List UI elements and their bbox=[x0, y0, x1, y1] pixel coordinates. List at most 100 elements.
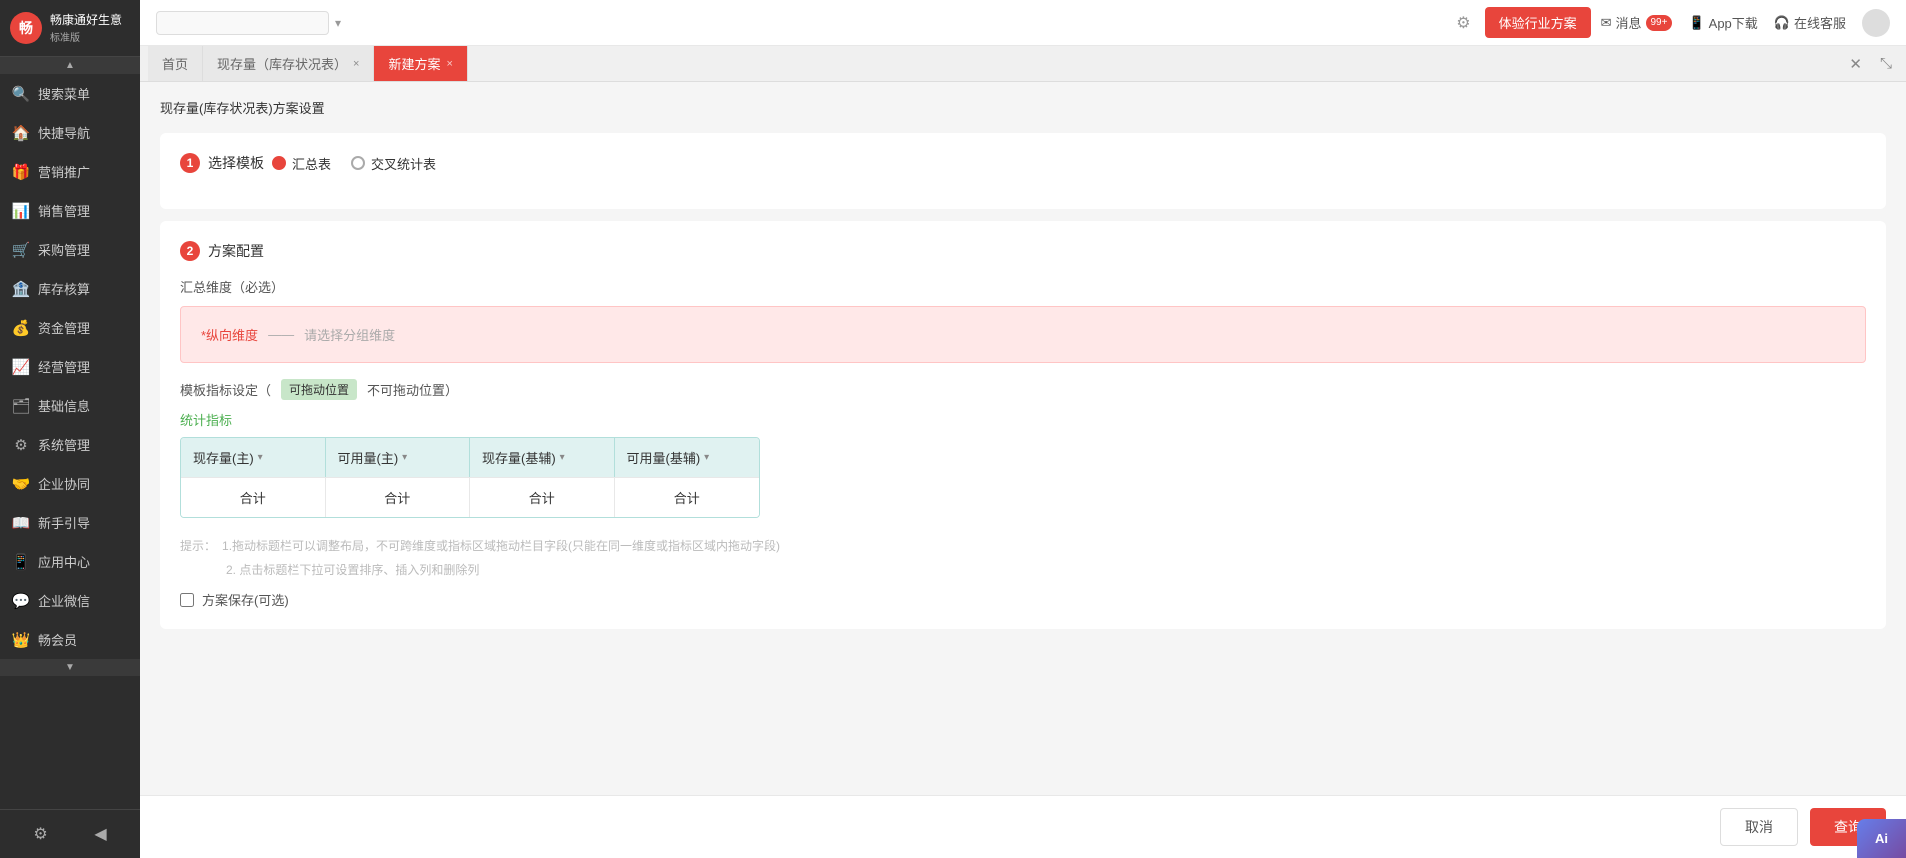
page-content: 现存量(库存状况表)方案设置 1 选择模板 汇总表 交叉统计表 bbox=[140, 82, 1906, 795]
operations-icon: 📈 bbox=[12, 358, 30, 376]
sidebar-item-label: 采购管理 bbox=[38, 240, 90, 259]
radio-summary-table[interactable]: 汇总表 bbox=[272, 154, 331, 173]
customer-service-button[interactable]: 🎧 在线客服 bbox=[1774, 13, 1846, 32]
col3-label: 现存量(基辅) bbox=[482, 448, 556, 467]
gear-icon: ⚙ bbox=[12, 436, 30, 454]
search-icon: 🔍 bbox=[12, 85, 30, 103]
sidebar-scroll-up[interactable]: ▲ bbox=[0, 57, 140, 74]
app-version: 标准版 bbox=[50, 29, 122, 44]
message-icon: ✉ bbox=[1601, 15, 1612, 31]
phone-icon: 📱 bbox=[1688, 15, 1704, 31]
radio-cross-label: 交叉统计表 bbox=[371, 154, 436, 173]
guide-icon: 📖 bbox=[12, 514, 30, 532]
stat-header-col3[interactable]: 现存量(基辅) ▾ bbox=[470, 438, 615, 477]
vertical-dim-label: *纵向维度 bbox=[201, 325, 258, 344]
sidebar-item-member[interactable]: 👑 畅会员 bbox=[0, 620, 140, 659]
tab-new-plan-close[interactable]: × bbox=[446, 58, 452, 70]
chevron-down-icon[interactable]: ▾ bbox=[335, 16, 341, 30]
stat-header-col4[interactable]: 可用量(基辅) ▾ bbox=[615, 438, 760, 477]
tab-home[interactable]: 首页 bbox=[148, 46, 203, 81]
topbar-gear-icon[interactable]: ⚙ bbox=[1452, 9, 1474, 37]
step2-section: 2 方案配置 汇总维度（必选） *纵向维度 —— 请选择分组维度 模板指标设定（… bbox=[160, 221, 1886, 629]
hint-row-2: 2. 点击标题栏下拉可设置排序、插入列和删除列 bbox=[180, 558, 1866, 582]
tab-inventory[interactable]: 现存量（库存状况表） × bbox=[203, 46, 374, 81]
app-download-button[interactable]: 📱 App下载 bbox=[1688, 13, 1757, 32]
footer: 取消 查询 bbox=[140, 795, 1906, 858]
stat-body-col3: 合计 bbox=[470, 477, 615, 517]
hints-section: 提示： 1.拖动标题栏可以调整布局，不可跨维度或指标区域拖动栏目字段(只能在同一… bbox=[180, 534, 1866, 582]
sidebar-item-purchase[interactable]: 🛒 采购管理 bbox=[0, 230, 140, 269]
sidebar-logo: 畅 畅康通好生意 标准版 bbox=[0, 0, 140, 57]
dimension-box[interactable]: *纵向维度 —— 请选择分组维度 bbox=[180, 306, 1866, 363]
settings-icon[interactable]: ⚙ bbox=[29, 820, 51, 848]
sidebar-item-label: 搜索菜单 bbox=[38, 84, 90, 103]
step1-header: 1 选择模板 汇总表 交叉统计表 bbox=[180, 153, 1866, 173]
sidebar-item-label: 库存核算 bbox=[38, 279, 90, 298]
collapse-icon[interactable]: ◀ bbox=[90, 820, 110, 848]
wechat-icon: 💬 bbox=[12, 592, 30, 610]
expand-panel-button[interactable]: ⤡ bbox=[1874, 53, 1898, 75]
tab-new-plan-label: 新建方案 bbox=[388, 54, 440, 73]
tab-new-plan[interactable]: 新建方案 × bbox=[374, 46, 467, 81]
save-label: 方案保存(可选) bbox=[202, 590, 289, 609]
tab-inventory-close[interactable]: × bbox=[353, 58, 359, 70]
sidebar-item-nav[interactable]: 🏠 快捷导航 bbox=[0, 113, 140, 152]
step1-badge: 1 bbox=[180, 153, 200, 173]
col1-label: 现存量(主) bbox=[193, 448, 254, 467]
sidebar-item-guide[interactable]: 📖 新手引导 bbox=[0, 503, 140, 542]
radio-cross-table[interactable]: 交叉统计表 bbox=[351, 154, 436, 173]
sidebar-item-basic[interactable]: 🗂 基础信息 bbox=[0, 386, 140, 425]
sidebar-item-wechat[interactable]: 💬 企业微信 bbox=[0, 581, 140, 620]
sidebar-item-label: 营销推广 bbox=[38, 162, 90, 181]
info-icon: 🗂 bbox=[12, 397, 30, 415]
sidebar-item-system[interactable]: ⚙ 系统管理 bbox=[0, 425, 140, 464]
trial-button[interactable]: 体验行业方案 bbox=[1485, 7, 1591, 38]
stat-header-col2[interactable]: 可用量(主) ▾ bbox=[326, 438, 471, 477]
sidebar: 畅 畅康通好生意 标准版 ▲ 🔍 搜索菜单 🏠 快捷导航 🎁 营销推广 📊 销售… bbox=[0, 0, 140, 858]
tabbar: 首页 现存量（库存状况表） × 新建方案 × ✕ ⤡ bbox=[140, 46, 1906, 82]
stat-table-body: 合计 合计 合计 合计 bbox=[181, 477, 759, 517]
message-button[interactable]: ✉ 消息 99+ bbox=[1601, 13, 1673, 32]
cancel-button[interactable]: 取消 bbox=[1720, 808, 1798, 846]
col4-chevron[interactable]: ▾ bbox=[704, 452, 709, 463]
bank-icon: 🏦 bbox=[12, 280, 30, 298]
sidebar-item-inventory[interactable]: 🏦 库存核算 bbox=[0, 269, 140, 308]
headset-icon: 🎧 bbox=[1774, 15, 1790, 31]
sidebar-item-sales[interactable]: 📊 销售管理 bbox=[0, 191, 140, 230]
close-panel-button[interactable]: ✕ bbox=[1843, 53, 1868, 75]
ai-fab-button[interactable]: Ai bbox=[1857, 819, 1906, 858]
app-logo-icon: 畅 bbox=[10, 12, 42, 44]
stat-header-col1[interactable]: 现存量(主) ▾ bbox=[181, 438, 326, 477]
sidebar-item-apps[interactable]: 📱 应用中心 bbox=[0, 542, 140, 581]
money-icon: 💰 bbox=[12, 319, 30, 337]
save-checkbox[interactable] bbox=[180, 593, 194, 607]
sidebar-item-operations[interactable]: 📈 经营管理 bbox=[0, 347, 140, 386]
sidebar-item-collab[interactable]: 🤝 企业协同 bbox=[0, 464, 140, 503]
sidebar-item-finance[interactable]: 💰 资金管理 bbox=[0, 308, 140, 347]
dimension-placeholder: 请选择分组维度 bbox=[304, 325, 395, 344]
tab-inventory-label: 现存量（库存状况表） bbox=[217, 54, 347, 73]
gift-icon: 🎁 bbox=[12, 163, 30, 181]
sidebar-item-label: 经营管理 bbox=[38, 357, 90, 376]
stat-body-col2: 合计 bbox=[326, 477, 471, 517]
col1-chevron[interactable]: ▾ bbox=[258, 452, 263, 463]
sidebar-item-marketing[interactable]: 🎁 营销推广 bbox=[0, 152, 140, 191]
stat-label: 统计指标 bbox=[180, 410, 1866, 429]
sidebar-item-label: 快捷导航 bbox=[38, 123, 90, 142]
message-badge: 99+ bbox=[1646, 15, 1673, 31]
hint-1: 1.拖动标题栏可以调整布局，不可跨维度或指标区域拖动栏目字段(只能在同一维度或指… bbox=[222, 534, 780, 558]
topbar-right: ✉ 消息 99+ 📱 App下载 🎧 在线客服 bbox=[1601, 9, 1890, 37]
topbar-search-input[interactable] bbox=[156, 11, 329, 35]
col2-chevron[interactable]: ▾ bbox=[402, 452, 407, 463]
user-avatar[interactable] bbox=[1862, 9, 1890, 37]
col3-chevron[interactable]: ▾ bbox=[560, 452, 565, 463]
app-name: 畅康通好生意 bbox=[50, 12, 122, 29]
hint-2: 2. 点击标题栏下拉可设置排序、插入列和删除列 bbox=[226, 558, 479, 582]
sidebar-scroll-down[interactable]: ▼ bbox=[0, 659, 140, 676]
step2-title: 方案配置 bbox=[208, 241, 264, 261]
sidebar-item-label: 销售管理 bbox=[38, 201, 90, 220]
sidebar-item-label: 畅会员 bbox=[38, 630, 77, 649]
sidebar-item-search[interactable]: 🔍 搜索菜单 bbox=[0, 74, 140, 113]
member-icon: 👑 bbox=[12, 631, 30, 649]
sidebar-item-label: 企业协同 bbox=[38, 474, 90, 493]
